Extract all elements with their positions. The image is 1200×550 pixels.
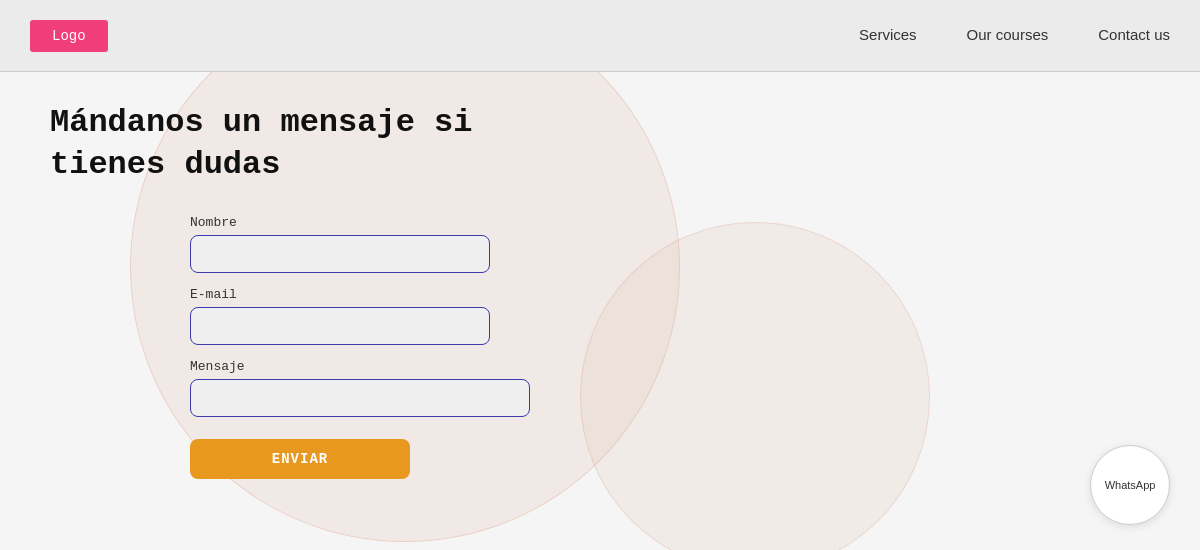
email-input[interactable] <box>190 307 490 345</box>
mensaje-label: Mensaje <box>190 359 570 374</box>
nombre-label: Nombre <box>190 215 570 230</box>
form-group-mensaje: Mensaje <box>190 359 570 417</box>
heading-line1: Mándanos un mensaje si <box>50 104 472 141</box>
heading-line2: tienes dudas <box>50 146 280 183</box>
nav-link-contact-us[interactable]: Contact us <box>1098 26 1170 43</box>
mensaje-input[interactable] <box>190 379 530 417</box>
nav-item-contact-us[interactable]: Contact us <box>1098 26 1170 45</box>
whatsapp-button[interactable]: WhatsApp <box>1090 445 1170 525</box>
nav-link-services[interactable]: Services <box>859 26 917 43</box>
nav-item-services[interactable]: Services <box>859 26 917 45</box>
whatsapp-label: WhatsApp <box>1105 479 1156 491</box>
form-group-nombre: Nombre <box>190 215 570 273</box>
navbar: Logo Services Our courses Contact us <box>0 0 1200 72</box>
nav-link-our-courses[interactable]: Our courses <box>967 26 1049 43</box>
form-group-email: E-mail <box>190 287 570 345</box>
nombre-input[interactable] <box>190 235 490 273</box>
decorative-circle-small <box>580 222 930 550</box>
nav-links: Services Our courses Contact us <box>859 26 1170 45</box>
logo-button[interactable]: Logo <box>30 20 108 52</box>
page-heading: Mándanos un mensaje si tienes dudas <box>50 102 1150 185</box>
submit-button[interactable]: ENVIAR <box>190 439 410 479</box>
contact-form: Nombre E-mail Mensaje ENVIAR <box>190 215 570 479</box>
nav-item-our-courses[interactable]: Our courses <box>967 26 1049 45</box>
email-label: E-mail <box>190 287 570 302</box>
main-content: Mándanos un mensaje si tienes dudas Nomb… <box>0 72 1200 550</box>
